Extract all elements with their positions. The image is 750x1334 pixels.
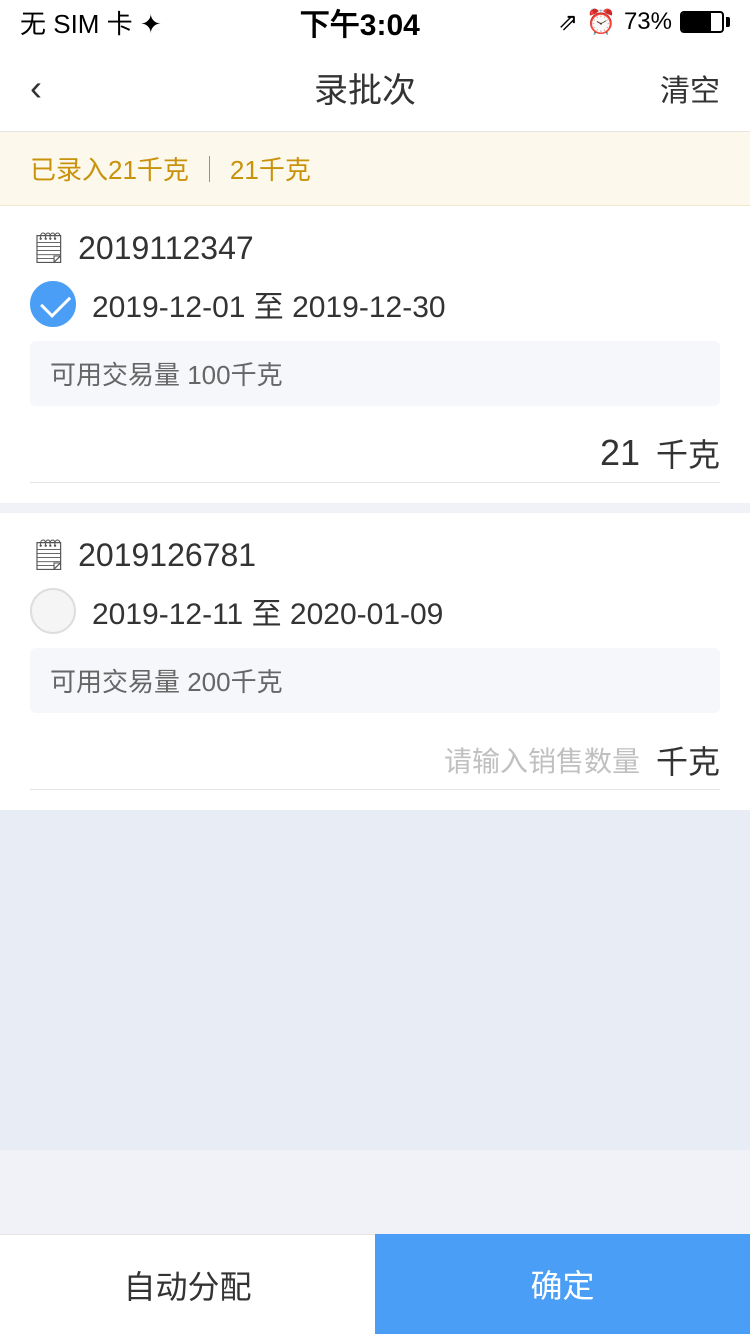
footer: 自动分配 确定 [0, 1234, 750, 1334]
clear-button[interactable]: 清空 [640, 66, 720, 110]
status-time: 下午3:04 [300, 0, 420, 44]
batch-doc-icon-1: 🗒 [30, 231, 68, 266]
battery-icon [680, 11, 730, 33]
quantity-unit-2: 千克 [656, 737, 720, 783]
info-divider [209, 156, 210, 182]
batch-number-1: 2019112347 [78, 230, 254, 267]
quantity-placeholder-2: 请输入销售数量 [30, 740, 640, 780]
status-right: ⇗ ⏰ 73% [558, 8, 730, 37]
quantity-value-1: 21 [600, 432, 640, 474]
confirm-label: 确定 [530, 1261, 594, 1307]
nav-bar: ‹ 录批次 清空 [0, 44, 750, 132]
batch-item-1: 🗒 2019112347 2019-12-01 至 2019-12-30 可用交… [0, 206, 750, 503]
info-banner: 已录入21千克 21千克 [0, 132, 750, 206]
status-bar: 无 SIM 卡 ✦ 下午3:04 ⇗ ⏰ 73% [0, 0, 750, 44]
batch-header-1: 🗒 2019112347 [30, 230, 720, 267]
batch-date-2: 2019-12-11 至 2020-01-09 [92, 589, 443, 633]
batch-doc-icon-2: 🗒 [30, 538, 68, 573]
batch-date-row-2: 2019-12-11 至 2020-01-09 [30, 588, 720, 634]
batch-date-row-1: 2019-12-01 至 2019-12-30 [30, 281, 720, 327]
batch-item-2: 🗒 2019126781 2019-12-11 至 2020-01-09 可用交… [0, 513, 750, 810]
confirm-button[interactable]: 确定 [375, 1234, 750, 1334]
auto-distribute-label: 自动分配 [123, 1262, 251, 1308]
recorded-value: 21千克 [230, 150, 311, 187]
batch-input-row-1: 21 千克 [30, 420, 720, 483]
batch-input-row-2: 请输入销售数量 千克 [30, 727, 720, 790]
section-separator [0, 503, 750, 513]
recorded-label: 已录入21千克 [30, 150, 189, 187]
batch-available-2: 可用交易量 200千克 [30, 648, 720, 713]
auto-distribute-button[interactable]: 自动分配 [0, 1234, 375, 1334]
battery-percent: 73% [624, 8, 672, 36]
back-button[interactable]: ‹ [30, 67, 90, 109]
batch-date-1: 2019-12-01 至 2019-12-30 [92, 282, 446, 326]
batch-header-2: 🗒 2019126781 [30, 537, 720, 574]
location-icon: ⇗ [558, 8, 578, 37]
radio-button-2[interactable] [30, 588, 76, 634]
quantity-unit-1: 千克 [656, 430, 720, 476]
alarm-icon: ⏰ [586, 8, 616, 37]
page-title: 录批次 [90, 63, 640, 112]
batch-available-1: 可用交易量 100千克 [30, 341, 720, 406]
radio-button-1[interactable] [30, 281, 76, 327]
bottom-area [0, 810, 750, 1150]
batch-number-2: 2019126781 [78, 537, 256, 574]
status-left: 无 SIM 卡 ✦ [20, 4, 162, 41]
